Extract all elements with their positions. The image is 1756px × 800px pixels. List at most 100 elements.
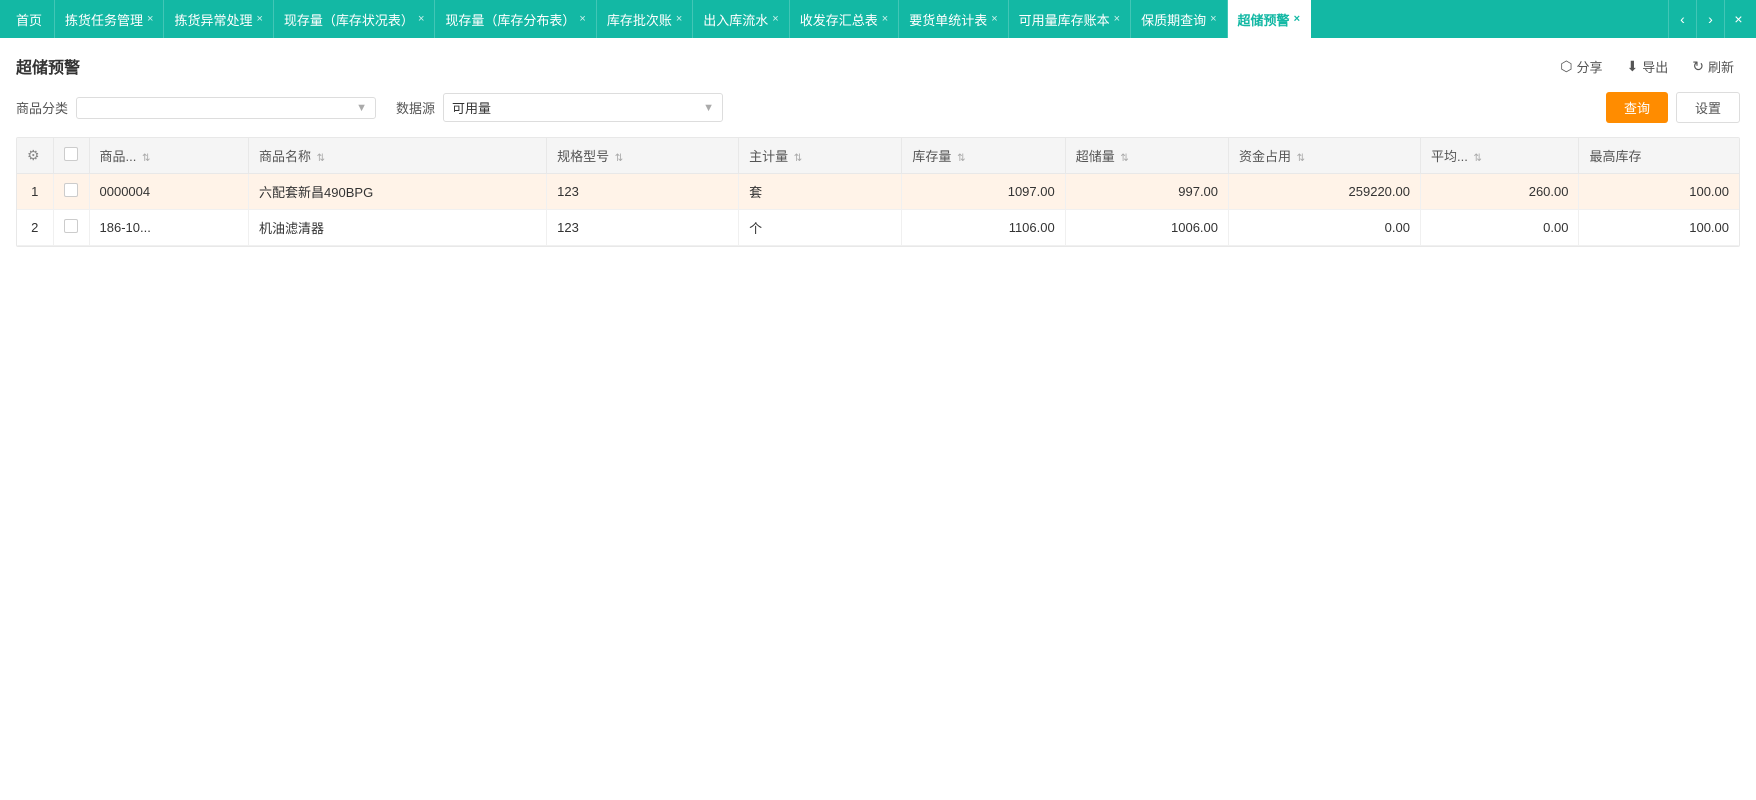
tab-close-3[interactable]: × <box>579 13 585 25</box>
row-stock-0: 1097.00 <box>902 174 1065 210</box>
row-avg-1: 0.00 <box>1420 210 1579 246</box>
row-spec-0: 123 <box>547 174 739 210</box>
header-actions: ⬡ 分享 ⬇ 导出 ↻ 刷新 <box>1554 55 1740 78</box>
datasource-select[interactable]: 可用量 ▼ <box>443 93 723 122</box>
row-name-0: 六配套新昌490BPG <box>249 174 547 210</box>
col-stock[interactable]: 库存量 ⇅ <box>902 138 1065 174</box>
nav-close-all[interactable]: × <box>1724 0 1752 38</box>
table-header-row: ⚙ 商品... ⇅ 商品名称 ⇅ 规格型号 ⇅ <box>17 138 1739 174</box>
query-button[interactable]: 查询 <box>1606 92 1668 123</box>
row-maxstock-1: 100.00 <box>1579 210 1739 246</box>
tab-close-7[interactable]: × <box>991 13 997 25</box>
page-content: 超储预警 ⬡ 分享 ⬇ 导出 ↻ 刷新 商品分类 ▼ 数据源 <box>0 38 1756 800</box>
tab-kucunpicizh[interactable]: 库存批次账 × <box>597 0 693 38</box>
tab-jianhuoyichangchuli[interactable]: 拣货异常处理 × <box>164 0 273 38</box>
table-row: 2 186-10... 机油滤清器 123 个 1106.00 1006.00 … <box>17 210 1739 246</box>
filter-row: 商品分类 ▼ 数据源 可用量 ▼ 查询 设置 <box>16 92 1740 123</box>
data-table: ⚙ 商品... ⇅ 商品名称 ⇅ 规格型号 ⇅ <box>17 138 1739 246</box>
row-code-1: 186-10... <box>89 210 249 246</box>
share-button[interactable]: ⬡ 分享 <box>1554 55 1608 78</box>
settings-button[interactable]: 设置 <box>1676 92 1740 123</box>
datasource-label: 数据源 <box>396 98 435 117</box>
category-filter-group: 商品分类 ▼ <box>16 97 376 119</box>
tab-close-10[interactable]: × <box>1294 13 1300 25</box>
nav-home[interactable]: 首页 <box>4 0 55 38</box>
sort-name-icon: ⇅ <box>317 153 325 164</box>
tab-close-0[interactable]: × <box>147 13 153 25</box>
datasource-select-value: 可用量 <box>452 98 491 117</box>
nav-bar: 首页 拣货任务管理 × 拣货异常处理 × 现存量（库存状况表） × 现存量（库存… <box>0 0 1756 38</box>
select-all-checkbox[interactable] <box>64 147 78 161</box>
tab-xiancunliang-dist[interactable]: 现存量（库存分布表） × <box>435 0 596 38</box>
row-checkbox-0[interactable] <box>53 174 89 210</box>
row-num-0: 1 <box>17 174 53 210</box>
col-name[interactable]: 商品名称 ⇅ <box>249 138 547 174</box>
tab-baozhiqi[interactable]: 保质期查询 × <box>1131 0 1227 38</box>
sort-capital-icon: ⇅ <box>1297 153 1305 164</box>
share-icon: ⬡ <box>1560 58 1572 75</box>
row-capital-0: 259220.00 <box>1229 174 1421 210</box>
col-avg[interactable]: 平均... ⇅ <box>1420 138 1579 174</box>
sort-code-icon: ⇅ <box>142 153 150 164</box>
row-maxstock-0: 100.00 <box>1579 174 1739 210</box>
row-select-checkbox-1[interactable] <box>64 219 78 233</box>
col-gear: ⚙ <box>17 138 53 174</box>
category-dropdown-icon: ▼ <box>356 102 367 114</box>
tab-churukuliushui[interactable]: 出入库流水 × <box>693 0 789 38</box>
col-overstock[interactable]: 超储量 ⇅ <box>1065 138 1228 174</box>
tab-close-2[interactable]: × <box>418 13 424 25</box>
row-checkbox-1[interactable] <box>53 210 89 246</box>
col-capital[interactable]: 资金占用 ⇅ <box>1229 138 1421 174</box>
row-num-1: 2 <box>17 210 53 246</box>
col-spec[interactable]: 规格型号 ⇅ <box>547 138 739 174</box>
tab-close-6[interactable]: × <box>882 13 888 25</box>
tab-close-4[interactable]: × <box>676 13 682 25</box>
row-unit-1: 个 <box>739 210 902 246</box>
row-spec-1: 123 <box>547 210 739 246</box>
sort-spec-icon: ⇅ <box>615 153 623 164</box>
tab-keyongliang[interactable]: 可用量库存账本 × <box>1009 0 1131 38</box>
tab-shoufacunhuizong[interactable]: 收发存汇总表 × <box>790 0 899 38</box>
refresh-button[interactable]: ↻ 刷新 <box>1686 55 1740 78</box>
row-code-0: 0000004 <box>89 174 249 210</box>
sort-stock-icon: ⇅ <box>957 153 965 164</box>
gear-icon[interactable]: ⚙ <box>27 147 40 163</box>
data-table-wrapper: ⚙ 商品... ⇅ 商品名称 ⇅ 规格型号 ⇅ <box>16 137 1740 247</box>
row-avg-0: 260.00 <box>1420 174 1579 210</box>
col-code[interactable]: 商品... ⇅ <box>89 138 249 174</box>
tab-chaochuyujing[interactable]: 超储预警 × <box>1228 0 1311 38</box>
tab-close-9[interactable]: × <box>1210 13 1216 25</box>
tab-jianhuorenwuguanli[interactable]: 拣货任务管理 × <box>55 0 164 38</box>
row-select-checkbox-0[interactable] <box>64 183 78 197</box>
export-button[interactable]: ⬇ 导出 <box>1621 55 1675 78</box>
nav-next-arrow[interactable]: › <box>1696 0 1724 38</box>
col-maxstock[interactable]: 最高库存 <box>1579 138 1739 174</box>
page-header: 超储预警 ⬡ 分享 ⬇ 导出 ↻ 刷新 <box>16 54 1740 78</box>
refresh-icon: ↻ <box>1692 58 1704 75</box>
datasource-filter-group: 数据源 可用量 ▼ <box>396 93 723 122</box>
tab-yaohuodantongji[interactable]: 要货单统计表 × <box>899 0 1008 38</box>
tab-close-5[interactable]: × <box>772 13 778 25</box>
nav-prev-arrow[interactable]: ‹ <box>1668 0 1696 38</box>
tab-close-8[interactable]: × <box>1114 13 1120 25</box>
col-unit[interactable]: 主计量 ⇅ <box>739 138 902 174</box>
row-capital-1: 0.00 <box>1229 210 1421 246</box>
sort-overstock-icon: ⇅ <box>1120 153 1128 164</box>
row-unit-0: 套 <box>739 174 902 210</box>
category-label: 商品分类 <box>16 98 68 117</box>
sort-unit-icon: ⇅ <box>794 153 802 164</box>
nav-arrows: ‹ › × <box>1668 0 1752 38</box>
export-icon: ⬇ <box>1627 58 1639 75</box>
row-overstock-0: 997.00 <box>1065 174 1228 210</box>
category-select[interactable]: ▼ <box>76 97 376 119</box>
datasource-dropdown-icon: ▼ <box>703 102 714 114</box>
table-row: 1 0000004 六配套新昌490BPG 123 套 1097.00 997.… <box>17 174 1739 210</box>
col-checkbox <box>53 138 89 174</box>
row-name-1: 机油滤清器 <box>249 210 547 246</box>
sort-avg-icon: ⇅ <box>1473 153 1481 164</box>
filter-buttons: 查询 设置 <box>1606 92 1740 123</box>
row-overstock-1: 1006.00 <box>1065 210 1228 246</box>
row-stock-1: 1106.00 <box>902 210 1065 246</box>
tab-xiancunliang-status[interactable]: 现存量（库存状况表） × <box>274 0 435 38</box>
tab-close-1[interactable]: × <box>256 13 262 25</box>
